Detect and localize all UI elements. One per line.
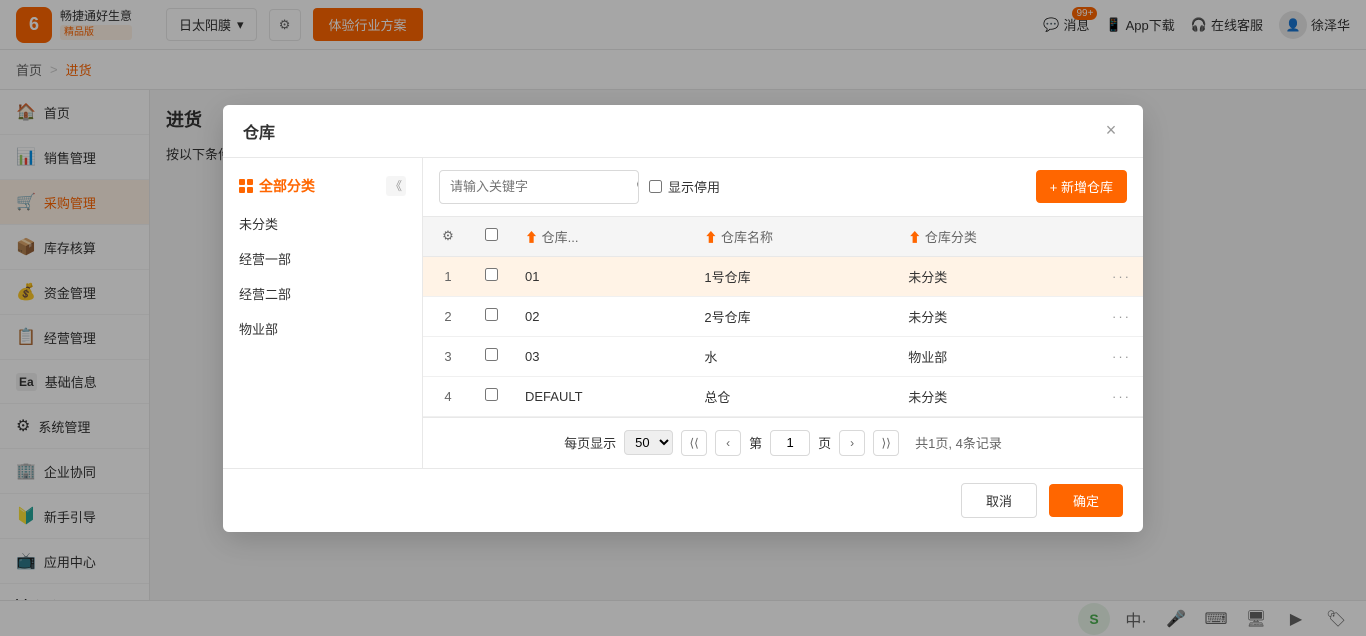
category-item-dept2[interactable]: 经营二部 bbox=[223, 276, 422, 311]
row-more-4[interactable]: ··· bbox=[1100, 376, 1143, 416]
first-page-button[interactable]: ⟨⟨ bbox=[681, 430, 707, 456]
row-more-1[interactable]: ··· bbox=[1100, 256, 1143, 296]
row-num-4: 4 bbox=[423, 376, 473, 416]
right-panel-toolbar: 🔍 显示停用 + 新增仓库 bbox=[423, 158, 1143, 217]
category-item-property[interactable]: 物业部 bbox=[223, 311, 422, 346]
collapse-button[interactable]: 《 bbox=[386, 176, 406, 196]
warehouse-modal: 仓库 × 全部分类 《 未分类 经营一部 bbox=[223, 105, 1143, 532]
col-code: ⬆ 仓库... bbox=[513, 217, 692, 257]
row-name-2: 2号仓库 bbox=[692, 296, 896, 336]
row-name-3: 水 bbox=[692, 336, 896, 376]
col-gear: ⚙ bbox=[423, 217, 473, 257]
table-row[interactable]: 1 01 1号仓库 未分类 ··· bbox=[423, 256, 1143, 296]
row-category-4: 未分类 bbox=[896, 376, 1100, 416]
modal-left-panel: 全部分类 《 未分类 经营一部 经营二部 物业部 bbox=[223, 158, 423, 468]
table-row[interactable]: 4 DEFAULT 总仓 未分类 ··· bbox=[423, 376, 1143, 416]
row-code-2: 02 bbox=[513, 296, 692, 336]
gear-col-icon: ⚙ bbox=[442, 228, 454, 243]
left-panel-header: 全部分类 《 bbox=[223, 170, 422, 206]
right-toolbar-left: 🔍 显示停用 bbox=[439, 170, 720, 204]
row-more-2[interactable]: ··· bbox=[1100, 296, 1143, 336]
row-name-1: 1号仓库 bbox=[692, 256, 896, 296]
prev-page-button[interactable]: ‹ bbox=[715, 430, 741, 456]
warehouse-table: ⚙ ⬆ 仓库... ⬆ bbox=[423, 217, 1143, 417]
sort-icon2: ⬆ bbox=[704, 230, 717, 245]
row-checkbox-1[interactable] bbox=[473, 256, 513, 296]
search-input[interactable] bbox=[440, 173, 636, 200]
modal-title: 仓库 bbox=[243, 119, 275, 143]
last-page-button[interactable]: ⟩⟩ bbox=[873, 430, 899, 456]
modal-footer: 取消 确定 bbox=[223, 468, 1143, 532]
modal-right-panel: 🔍 显示停用 + 新增仓库 bbox=[423, 158, 1143, 468]
search-box: 🔍 bbox=[439, 170, 639, 204]
category-icon bbox=[239, 179, 253, 193]
search-icon: 🔍 bbox=[636, 179, 639, 195]
row-checkbox-3[interactable] bbox=[473, 336, 513, 376]
sort-icon3: ⬆ bbox=[908, 230, 921, 245]
page-info: 共1页, 4条记录 bbox=[915, 433, 1002, 452]
cancel-button[interactable]: 取消 bbox=[961, 483, 1037, 518]
page-size-select[interactable]: 50 bbox=[624, 430, 673, 455]
col-action bbox=[1100, 217, 1143, 257]
row-name-4: 总仓 bbox=[692, 376, 896, 416]
row-more-3[interactable]: ··· bbox=[1100, 336, 1143, 376]
row-code-3: 03 bbox=[513, 336, 692, 376]
col-name: ⬆ 仓库名称 bbox=[692, 217, 896, 257]
row-category-2: 未分类 bbox=[896, 296, 1100, 336]
modal-header: 仓库 × bbox=[223, 105, 1143, 158]
row-code-1: 01 bbox=[513, 256, 692, 296]
show-disabled-checkbox[interactable] bbox=[649, 180, 662, 193]
search-button[interactable]: 🔍 bbox=[636, 171, 639, 203]
confirm-button[interactable]: 确定 bbox=[1049, 484, 1123, 517]
row-num-1: 1 bbox=[423, 256, 473, 296]
warehouse-table-container: ⚙ ⬆ 仓库... ⬆ bbox=[423, 217, 1143, 417]
left-panel-title: 全部分类 bbox=[239, 176, 315, 196]
table-row[interactable]: 2 02 2号仓库 未分类 ··· bbox=[423, 296, 1143, 336]
next-page-button[interactable]: › bbox=[839, 430, 865, 456]
table-header-row: ⚙ ⬆ 仓库... ⬆ bbox=[423, 217, 1143, 257]
sort-icon: ⬆ bbox=[525, 230, 538, 245]
row-category-3: 物业部 bbox=[896, 336, 1100, 376]
row-num-3: 3 bbox=[423, 336, 473, 376]
col-checkbox bbox=[473, 217, 513, 257]
pagination: 每页显示 50 ⟨⟨ ‹ 第 页 › ⟩⟩ 共1页, 4条记录 bbox=[423, 417, 1143, 468]
select-all-checkbox[interactable] bbox=[485, 228, 498, 241]
col-category: ⬆ 仓库分类 bbox=[896, 217, 1100, 257]
modal-close-button[interactable]: × bbox=[1099, 119, 1123, 143]
add-warehouse-button[interactable]: + 新增仓库 bbox=[1036, 170, 1127, 203]
page-input[interactable] bbox=[770, 430, 810, 456]
row-category-1: 未分类 bbox=[896, 256, 1100, 296]
show-disabled-checkbox-label[interactable]: 显示停用 bbox=[649, 177, 720, 196]
category-item-uncategorized[interactable]: 未分类 bbox=[223, 206, 422, 241]
modal-overlay: 仓库 × 全部分类 《 未分类 经营一部 bbox=[0, 0, 1366, 636]
row-checkbox-2[interactable] bbox=[473, 296, 513, 336]
category-item-dept1[interactable]: 经营一部 bbox=[223, 241, 422, 276]
row-code-4: DEFAULT bbox=[513, 376, 692, 416]
row-num-2: 2 bbox=[423, 296, 473, 336]
modal-body: 全部分类 《 未分类 经营一部 经营二部 物业部 bbox=[223, 158, 1143, 468]
row-checkbox-4[interactable] bbox=[473, 376, 513, 416]
table-row[interactable]: 3 03 水 物业部 ··· bbox=[423, 336, 1143, 376]
